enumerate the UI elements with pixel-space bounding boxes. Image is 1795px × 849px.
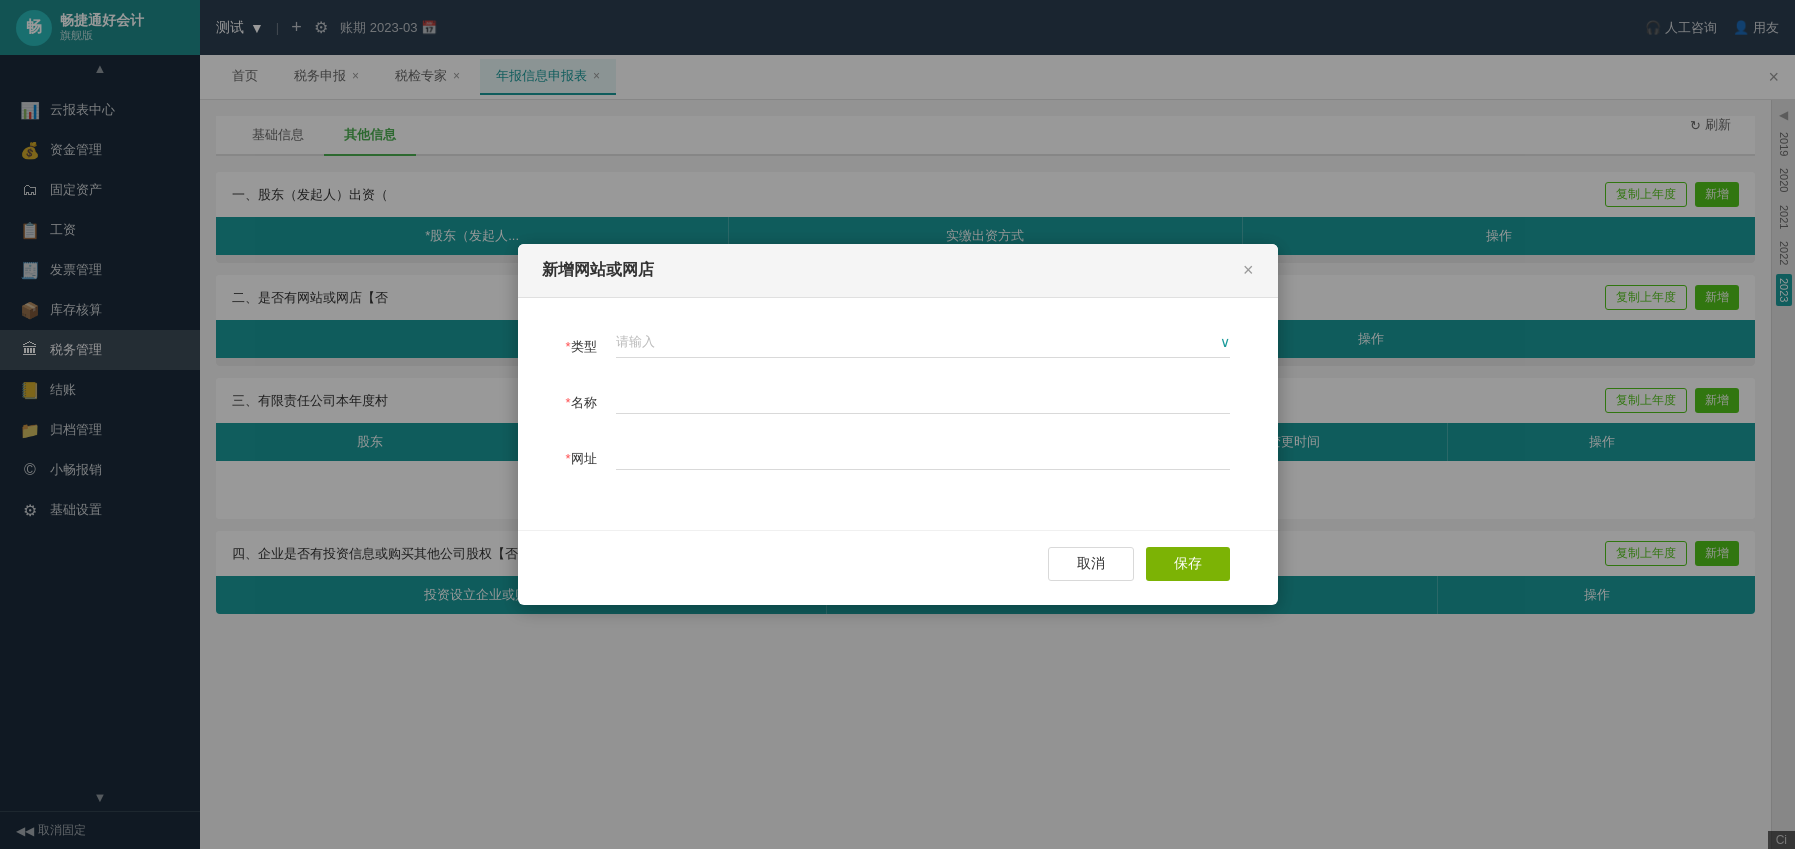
type-input[interactable]: [616, 330, 1220, 353]
modal-title: 新增网站或网店: [542, 260, 654, 281]
form-label-type: *类型: [566, 330, 616, 356]
modal-footer: 取消 保存: [518, 530, 1278, 605]
form-field-name: *名称: [566, 386, 1230, 414]
form-label-url: *网址: [566, 442, 616, 468]
modal-overlay[interactable]: 新增网站或网店 × *类型 ∨ *名称: [0, 0, 1795, 849]
form-field-url: *网址: [566, 442, 1230, 470]
form-input-url-wrap: [616, 442, 1230, 470]
type-dropdown-icon[interactable]: ∨: [1220, 334, 1230, 350]
form-label-name: *名称: [566, 386, 616, 412]
name-input[interactable]: [616, 386, 1230, 409]
cancel-button[interactable]: 取消: [1048, 547, 1134, 581]
save-button[interactable]: 保存: [1146, 547, 1230, 581]
modal-add-website: 新增网站或网店 × *类型 ∨ *名称: [518, 244, 1278, 605]
form-field-type: *类型 ∨: [566, 330, 1230, 358]
modal-close-button[interactable]: ×: [1243, 260, 1254, 281]
modal-header: 新增网站或网店 ×: [518, 244, 1278, 298]
form-input-name-wrap: [616, 386, 1230, 414]
url-input[interactable]: [616, 442, 1230, 465]
form-input-type-wrap: ∨: [616, 330, 1230, 358]
modal-body: *类型 ∨ *名称 *网址: [518, 298, 1278, 530]
